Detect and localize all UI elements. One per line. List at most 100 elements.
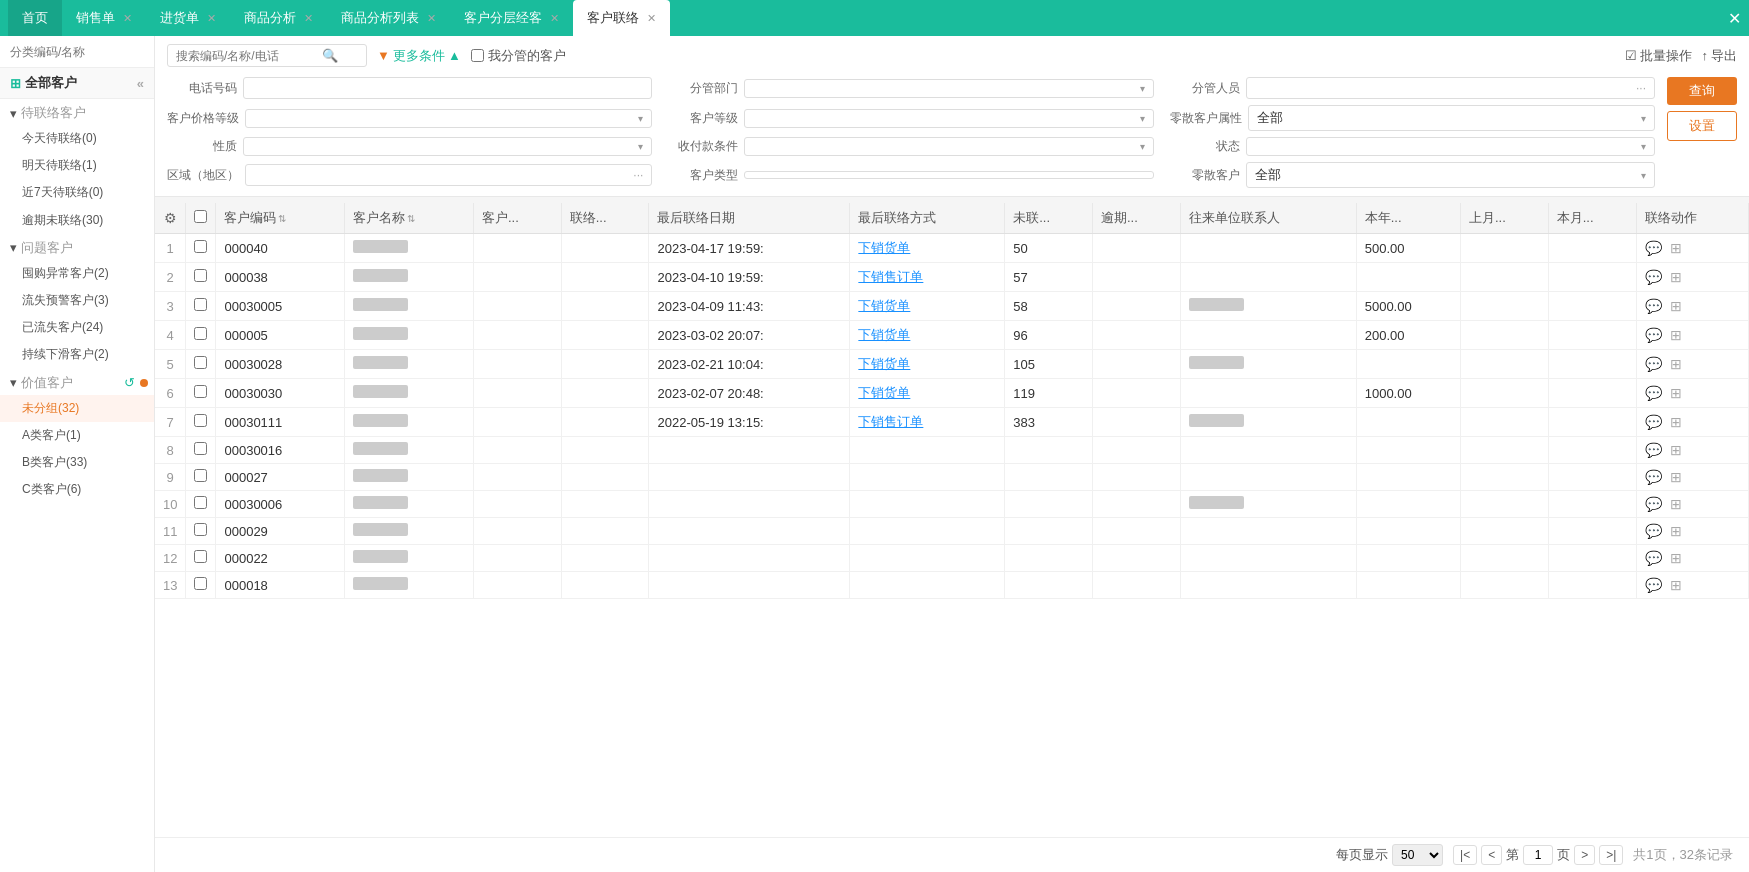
cell-check[interactable] <box>186 491 216 518</box>
sidebar-item-7days[interactable]: 近7天待联络(0) <box>0 179 154 206</box>
filter-region-select[interactable]: ··· <box>245 164 652 186</box>
col-last-month[interactable]: 上月... <box>1461 203 1549 234</box>
tab-product-analysis-close[interactable]: ✕ <box>304 12 313 25</box>
row-checkbox[interactable] <box>194 577 207 590</box>
col-contact[interactable]: 联络... <box>561 203 649 234</box>
chat-icon[interactable]: 💬 <box>1645 523 1662 539</box>
cell-check[interactable] <box>186 408 216 437</box>
filter-dept-select[interactable]: ▾ <box>744 79 1153 98</box>
col-name[interactable]: 客户名称⇅ <box>345 203 474 234</box>
cell-last-way[interactable]: 下销货单 <box>850 234 1005 263</box>
cell-check[interactable] <box>186 464 216 491</box>
col-last-date[interactable]: 最后联络日期 <box>649 203 850 234</box>
filter-retail-select[interactable]: 全部▾ <box>1246 162 1655 188</box>
cell-last-way[interactable] <box>850 545 1005 572</box>
contact-way-link[interactable]: 下销售订单 <box>858 269 923 284</box>
chat-icon[interactable]: 💬 <box>1645 298 1662 314</box>
refresh-icon[interactable]: ↺ <box>124 375 135 390</box>
filter-status-select[interactable]: ▾ <box>1246 137 1655 156</box>
row-checkbox[interactable] <box>194 240 207 253</box>
col-last-way[interactable]: 最后联络方式 <box>850 203 1005 234</box>
chat-icon[interactable]: 💬 <box>1645 356 1662 372</box>
cell-check[interactable] <box>186 292 216 321</box>
grid-action-icon[interactable]: ⊞ <box>1670 442 1682 458</box>
tab-customer-layer-close[interactable]: ✕ <box>550 12 559 25</box>
tab-product-analysis[interactable]: 商品分析 ✕ <box>230 0 327 36</box>
cell-check[interactable] <box>186 234 216 263</box>
cell-last-way[interactable]: 下销货单 <box>850 379 1005 408</box>
col-unit-contact[interactable]: 往来单位联系人 <box>1180 203 1356 234</box>
grid-action-icon[interactable]: ⊞ <box>1670 577 1682 593</box>
grid-action-icon[interactable]: ⊞ <box>1670 356 1682 372</box>
grid-action-icon[interactable]: ⊞ <box>1670 298 1682 314</box>
sidebar-all-customers[interactable]: ⊞ 全部客户 « <box>0 68 154 99</box>
filter-price-level-select[interactable]: ▾ <box>245 109 652 128</box>
chat-icon[interactable]: 💬 <box>1645 550 1662 566</box>
chevron-pending-icon[interactable]: ▾ <box>10 106 17 121</box>
tab-sales-close[interactable]: ✕ <box>123 12 132 25</box>
grid-action-icon[interactable]: ⊞ <box>1670 496 1682 512</box>
row-checkbox[interactable] <box>194 327 207 340</box>
tab-customer-layer[interactable]: 客户分层经客 ✕ <box>450 0 573 36</box>
chat-icon[interactable]: 💬 <box>1645 385 1662 401</box>
grid-action-icon[interactable]: ⊞ <box>1670 414 1682 430</box>
cell-last-way[interactable]: 下销货单 <box>850 321 1005 350</box>
sidebar-item-churn-warning[interactable]: 流失预警客户(3) <box>0 287 154 314</box>
cell-last-way[interactable] <box>850 464 1005 491</box>
cell-check[interactable] <box>186 437 216 464</box>
contact-way-link[interactable]: 下销货单 <box>858 240 910 255</box>
filter-ctype-select[interactable] <box>744 171 1153 179</box>
filter-nature-select[interactable]: ▾ <box>243 137 652 156</box>
row-checkbox[interactable] <box>194 550 207 563</box>
filter-level-select[interactable]: ▾ <box>744 109 1153 128</box>
sidebar-item-class-a[interactable]: A类客户(1) <box>0 422 154 449</box>
col-check[interactable] <box>186 203 216 234</box>
cell-check[interactable] <box>186 350 216 379</box>
contact-way-link[interactable]: 下销货单 <box>858 298 910 313</box>
select-all-checkbox[interactable] <box>194 210 207 223</box>
row-checkbox[interactable] <box>194 385 207 398</box>
row-checkbox[interactable] <box>194 442 207 455</box>
chat-icon[interactable]: 💬 <box>1645 240 1662 256</box>
grid-action-icon[interactable]: ⊞ <box>1670 469 1682 485</box>
cell-last-way[interactable] <box>850 572 1005 599</box>
cell-last-way[interactable] <box>850 437 1005 464</box>
chat-icon[interactable]: 💬 <box>1645 327 1662 343</box>
filter-my-customers-checkbox[interactable] <box>471 49 484 62</box>
reset-button[interactable]: 设置 <box>1667 111 1737 141</box>
sidebar-item-class-b[interactable]: B类客户(33) <box>0 449 154 476</box>
batch-op-button[interactable]: ☑ 批量操作 <box>1625 47 1692 65</box>
sidebar-item-class-c[interactable]: C类客户(6) <box>0 476 154 503</box>
cell-last-way[interactable] <box>850 518 1005 545</box>
grid-action-icon[interactable]: ⊞ <box>1670 550 1682 566</box>
tab-customer-contact-close[interactable]: ✕ <box>647 12 656 25</box>
row-checkbox[interactable] <box>194 469 207 482</box>
filter-more-conditions[interactable]: ▼ 更多条件 ▲ <box>377 47 461 65</box>
table-settings-icon[interactable]: ⚙ <box>164 210 177 226</box>
grid-action-icon[interactable]: ⊞ <box>1670 385 1682 401</box>
grid-action-icon[interactable]: ⊞ <box>1670 240 1682 256</box>
page-first-btn[interactable]: |< <box>1453 845 1477 865</box>
tab-customer-contact[interactable]: 客户联络 ✕ <box>573 0 670 36</box>
chat-icon[interactable]: 💬 <box>1645 496 1662 512</box>
sidebar-item-churned[interactable]: 已流失客户(24) <box>0 314 154 341</box>
sidebar-item-declining[interactable]: 持续下滑客户(2) <box>0 341 154 368</box>
tab-sales[interactable]: 销售单 ✕ <box>62 0 146 36</box>
filter-phone-input[interactable] <box>243 77 652 99</box>
grid-action-icon[interactable]: ⊞ <box>1670 269 1682 285</box>
contact-way-link[interactable]: 下销货单 <box>858 327 910 342</box>
row-checkbox[interactable] <box>194 269 207 282</box>
contact-way-link[interactable]: 下销货单 <box>858 385 910 400</box>
col-overdue[interactable]: 逾期... <box>1092 203 1180 234</box>
chat-icon[interactable]: 💬 <box>1645 577 1662 593</box>
chat-icon[interactable]: 💬 <box>1645 442 1662 458</box>
grid-action-icon[interactable]: ⊞ <box>1670 327 1682 343</box>
cell-last-way[interactable]: 下销售订单 <box>850 263 1005 292</box>
filter-search-input[interactable] <box>176 49 316 63</box>
sidebar-search-input[interactable] <box>10 45 155 59</box>
tab-product-list-close[interactable]: ✕ <box>427 12 436 25</box>
tab-purchase[interactable]: 进货单 ✕ <box>146 0 230 36</box>
row-checkbox[interactable] <box>194 356 207 369</box>
sidebar-collapse-icon[interactable]: « <box>137 76 144 91</box>
chevron-value-icon[interactable]: ▾ <box>10 375 17 390</box>
